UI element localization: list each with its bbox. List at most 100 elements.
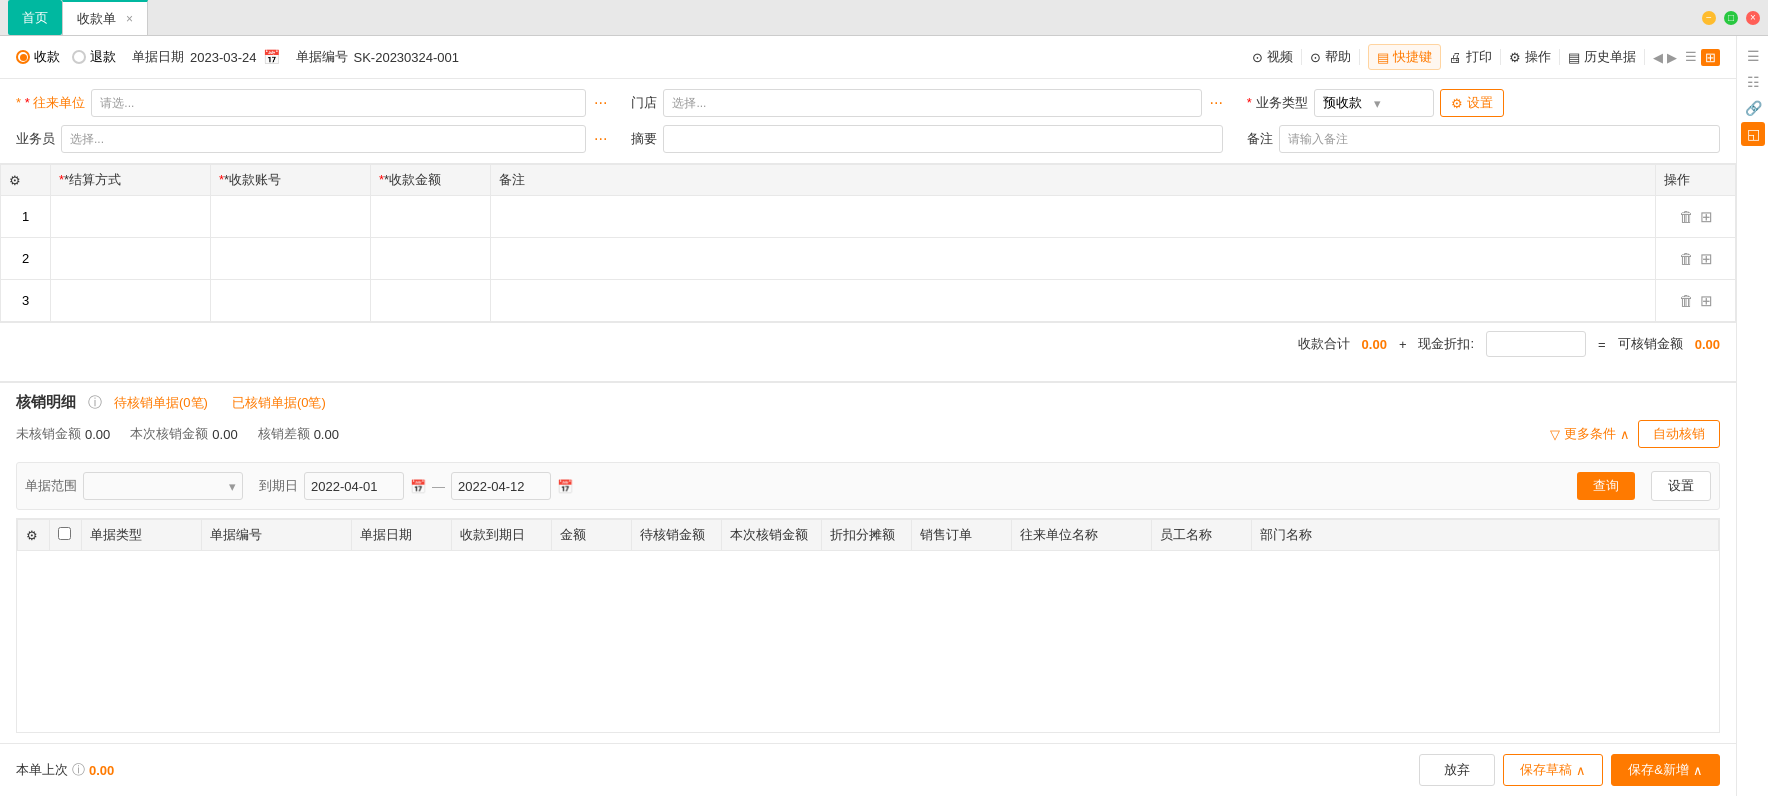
print-button[interactable]: 🖨 打印 [1449, 48, 1492, 66]
tab-pending[interactable]: 待核销单据(0笔) [114, 394, 208, 412]
video-button[interactable]: ⊙ 视频 [1252, 48, 1293, 66]
col-settle-header: **结算方式 [51, 165, 211, 196]
biz-type-select[interactable]: 预收款 ▾ [1314, 89, 1434, 117]
summary-field: 摘要 [631, 125, 1222, 153]
row-remark-3[interactable] [491, 280, 1656, 322]
radio-dot-collection [20, 54, 27, 61]
sidebar-table-icon[interactable]: ☷ [1741, 70, 1765, 94]
save-draft-button[interactable]: 保存草稿 ∧ [1503, 754, 1603, 786]
delete-icon-1[interactable]: 🗑 [1679, 208, 1694, 225]
col-amount-header-b: 金额 [552, 520, 632, 551]
row-settle-3[interactable] [51, 280, 211, 322]
salesman-more-icon[interactable]: ··· [594, 130, 607, 148]
row-account-1[interactable] [211, 196, 371, 238]
history-button[interactable]: ▤ 历史单据 [1568, 48, 1636, 66]
remark-input[interactable]: 请输入备注 [1279, 125, 1720, 153]
auto-writeoff-button[interactable]: 自动核销 [1638, 420, 1720, 448]
tab-close-icon[interactable]: × [126, 12, 133, 26]
due-date-to[interactable]: 2022-04-12 [451, 472, 551, 500]
tab-collection[interactable]: 收款单 × [62, 0, 148, 35]
col-remark-header: 备注 [491, 165, 1656, 196]
filter-more-link[interactable]: ▽ 更多条件 ∧ [1550, 425, 1630, 443]
store-more-icon[interactable]: ··· [1210, 94, 1223, 112]
calendar-from-icon[interactable]: 📅 [410, 479, 426, 494]
calendar-to-icon[interactable]: 📅 [557, 479, 573, 494]
list-view-icon[interactable]: ☰ [1685, 49, 1697, 66]
plus-sign: + [1399, 337, 1407, 352]
shortcut-button[interactable]: ▤ 快捷键 [1368, 44, 1441, 70]
divider-4 [1559, 49, 1560, 65]
grid-view-icon[interactable]: ⊞ [1701, 49, 1720, 66]
calendar-icon[interactable]: 📅 [263, 49, 280, 65]
copy-icon-3[interactable]: ⊞ [1700, 292, 1713, 310]
delete-icon-2[interactable]: 🗑 [1679, 250, 1694, 267]
delete-icon-3[interactable]: 🗑 [1679, 292, 1694, 309]
row-remark-1[interactable] [491, 196, 1656, 238]
remark-label: 备注 [1247, 130, 1273, 148]
range-select[interactable]: ▾ [83, 472, 243, 500]
sidebar-expand-icon[interactable]: ◱ [1741, 122, 1765, 146]
row-amount-3[interactable] [371, 280, 491, 322]
row-amount-2[interactable] [371, 238, 491, 280]
window-close-button[interactable]: × [1746, 11, 1760, 25]
col-settings[interactable]: ⚙ [1, 165, 51, 196]
bottom-info-icon[interactable]: ⓘ [72, 761, 85, 779]
nav-prev-icon[interactable]: ◀ [1653, 50, 1663, 65]
store-input[interactable]: 选择... [663, 89, 1201, 117]
col-checkbox[interactable] [50, 520, 82, 551]
radio-collection[interactable]: 收款 [16, 48, 60, 66]
help-button[interactable]: ⊙ 帮助 [1310, 48, 1351, 66]
divider-1 [1301, 49, 1302, 65]
row-account-2[interactable] [211, 238, 371, 280]
row-settle-1[interactable] [51, 196, 211, 238]
biz-settings-button[interactable]: ⚙ 设置 [1440, 89, 1504, 117]
window-maximize-button[interactable]: □ [1724, 11, 1738, 25]
tab-home[interactable]: 首页 [8, 0, 62, 35]
row-account-3[interactable] [211, 280, 371, 322]
sidebar-list-icon[interactable]: ☰ [1741, 44, 1765, 68]
radio-refund[interactable]: 退款 [72, 48, 116, 66]
discount-input[interactable] [1486, 331, 1586, 357]
remark-placeholder: 请输入备注 [1288, 131, 1348, 148]
writeoff-info-icon[interactable]: ⓘ [88, 394, 102, 412]
operation-button[interactable]: ⚙ 操作 [1509, 48, 1551, 66]
nav-arrows: ◀ ▶ [1653, 50, 1677, 65]
select-all-checkbox[interactable] [58, 527, 71, 540]
partner-input[interactable]: 请选... [91, 89, 586, 117]
range-field: 单据范围 ▾ [25, 472, 243, 500]
salesman-input[interactable]: 选择... [61, 125, 586, 153]
due-label: 到期日 [259, 477, 298, 495]
window-minimize-button[interactable]: − [1702, 11, 1716, 25]
tab-done[interactable]: 已核销单据(0笔) [232, 394, 326, 412]
store-placeholder: 选择... [672, 95, 706, 112]
biz-type-field: * 业务类型 预收款 ▾ ⚙ 设置 [1247, 89, 1720, 117]
copy-icon-1[interactable]: ⊞ [1700, 208, 1713, 226]
query-settings-button[interactable]: 设置 [1651, 471, 1711, 501]
col-settings-bottom[interactable]: ⚙ [18, 520, 50, 551]
sidebar-attach-icon[interactable]: 🔗 [1741, 96, 1765, 120]
abandon-button[interactable]: 放弃 [1419, 754, 1495, 786]
tab-home-label: 首页 [22, 9, 48, 27]
nav-next-icon[interactable]: ▶ [1667, 50, 1677, 65]
row-remark-2[interactable] [491, 238, 1656, 280]
date-field: 单据日期 2023-03-24 📅 [132, 48, 280, 66]
row-action-1: 🗑 ⊞ [1656, 196, 1736, 238]
window-controls: − □ × [1702, 11, 1760, 25]
partner-more-icon[interactable]: ··· [594, 94, 607, 112]
copy-icon-2[interactable]: ⊞ [1700, 250, 1713, 268]
query-button[interactable]: 查询 [1577, 472, 1635, 500]
summary-row: 收款合计 0.00 + 现金折扣: = 可核销金额 0.00 [0, 322, 1736, 365]
row-action-2: 🗑 ⊞ [1656, 238, 1736, 280]
table-area: ⚙ **结算方式 **收款账号 **收款金额 备注 操作 [0, 164, 1736, 373]
row-amount-1[interactable] [371, 196, 491, 238]
bottom-table-wrap: ⚙ 单据类型 单据编号 单据日期 [16, 518, 1720, 733]
history-icon: ▤ [1568, 50, 1580, 65]
row-settle-2[interactable] [51, 238, 211, 280]
radio-group: 收款 退款 [16, 48, 116, 66]
due-date-from[interactable]: 2022-04-01 [304, 472, 404, 500]
table-row: 1 🗑 ⊞ [1, 196, 1736, 238]
table-settings-icon[interactable]: ⚙ [9, 173, 21, 188]
save-new-button[interactable]: 保存&新增 ∧ [1611, 754, 1720, 786]
summary-input[interactable] [663, 125, 1222, 153]
bottom-settings-icon[interactable]: ⚙ [26, 528, 38, 543]
